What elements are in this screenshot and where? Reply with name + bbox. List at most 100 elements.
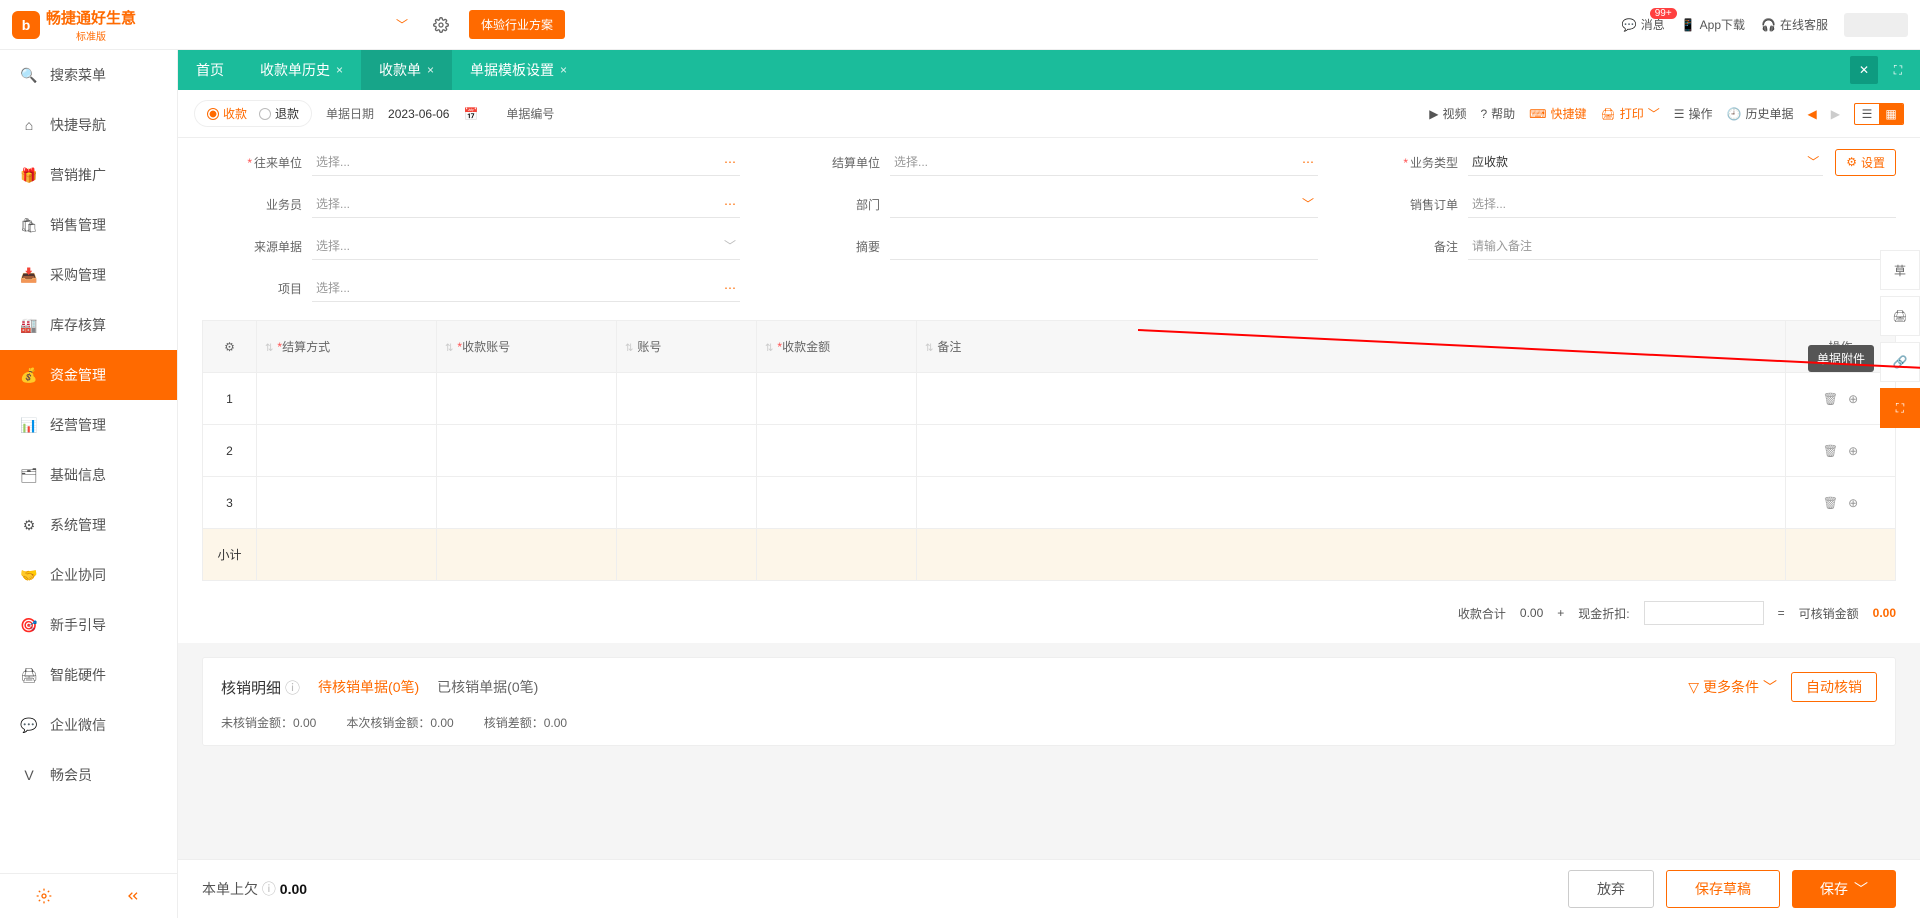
abandon-button[interactable]: 放弃 bbox=[1568, 870, 1654, 908]
sidebar-item-9[interactable]: ⚙系统管理 bbox=[0, 500, 177, 550]
sidebar-item-11[interactable]: 🎯新手引导 bbox=[0, 600, 177, 650]
view-list-button[interactable]: ☰ bbox=[1855, 104, 1879, 124]
rail-draft-icon[interactable]: 草 bbox=[1880, 250, 1920, 290]
tab-pending[interactable]: 待核销单据(0笔) bbox=[318, 677, 419, 697]
salesorder-select[interactable]: 选择... bbox=[1468, 190, 1896, 218]
srcdoc-select[interactable]: 选择...﹀ bbox=[312, 232, 740, 260]
sidebar-item-5[interactable]: 🏭库存核算 bbox=[0, 300, 177, 350]
sidebar-item-10[interactable]: 🤝企业协同 bbox=[0, 550, 177, 600]
col-acct[interactable]: ⇅*收款账号 bbox=[437, 321, 617, 373]
view-card-button[interactable]: ▦ bbox=[1879, 104, 1903, 124]
sidebar-item-3[interactable]: 🛍销售管理 bbox=[0, 200, 177, 250]
user-avatar[interactable] bbox=[1844, 13, 1908, 37]
project-select[interactable]: 选择...⋯ bbox=[312, 274, 740, 302]
sidebar-collapse-button[interactable] bbox=[89, 874, 178, 918]
shortcut-button[interactable]: ⌨快捷键 bbox=[1529, 105, 1586, 122]
auto-verify-button[interactable]: 自动核销 bbox=[1791, 672, 1877, 702]
sidebar-settings-button[interactable] bbox=[0, 874, 89, 918]
radio-refund[interactable]: 退款 bbox=[259, 105, 299, 122]
cell-acctno[interactable] bbox=[617, 425, 757, 477]
close-icon[interactable]: × bbox=[560, 63, 567, 77]
cell-acct[interactable] bbox=[437, 425, 617, 477]
tab-1[interactable]: 收款单历史× bbox=[242, 50, 361, 90]
tab-2[interactable]: 收款单× bbox=[361, 50, 452, 90]
delete-row-icon[interactable]: 🗑 bbox=[1823, 496, 1838, 510]
rail-expand-icon[interactable]: ⛶ bbox=[1880, 388, 1920, 428]
save-draft-button[interactable]: 保存草稿 bbox=[1666, 870, 1780, 908]
fullscreen-icon[interactable]: ⛶ bbox=[1884, 56, 1912, 84]
sidebar-item-12[interactable]: 🖨智能硬件 bbox=[0, 650, 177, 700]
sidebar-item-4[interactable]: 📥采购管理 bbox=[0, 250, 177, 300]
cell-acctno[interactable] bbox=[617, 373, 757, 425]
cell-amount[interactable] bbox=[757, 373, 917, 425]
delete-row-icon[interactable]: 🗑 bbox=[1823, 444, 1838, 458]
sidebar-item-6[interactable]: 💰资金管理 bbox=[0, 350, 177, 400]
prev-doc-button[interactable]: ◀ bbox=[1808, 107, 1817, 121]
trial-button[interactable]: 体验行业方案 bbox=[469, 10, 565, 39]
company-select[interactable]: ﹀ bbox=[177, 9, 417, 41]
cell-settle[interactable] bbox=[257, 425, 437, 477]
close-icon[interactable]: × bbox=[336, 63, 343, 77]
cell-settle[interactable] bbox=[257, 373, 437, 425]
add-row-icon[interactable]: ⊕ bbox=[1848, 496, 1858, 510]
help-icon[interactable]: ⓘ bbox=[262, 881, 276, 897]
cell-amount[interactable] bbox=[757, 477, 917, 529]
table-row[interactable]: 1🗑⊕ bbox=[203, 373, 1896, 425]
rail-print-icon[interactable]: 🖨 bbox=[1880, 296, 1920, 336]
table-row[interactable]: 2🗑⊕ bbox=[203, 425, 1896, 477]
print-button[interactable]: 🖨打印﹀ bbox=[1601, 105, 1660, 122]
cell-remark[interactable] bbox=[917, 477, 1786, 529]
remark-input[interactable]: 请输入备注 bbox=[1468, 232, 1896, 260]
sidebar-item-14[interactable]: V畅会员 bbox=[0, 750, 177, 800]
help-button[interactable]: ?帮助 bbox=[1480, 105, 1515, 122]
form-settings-button[interactable]: ⚙设置 bbox=[1835, 149, 1896, 176]
operate-button[interactable]: ☰操作 bbox=[1674, 105, 1713, 122]
messages-link[interactable]: 💬 消息 99+ bbox=[1622, 16, 1665, 33]
settings-icon[interactable] bbox=[425, 9, 457, 41]
cell-acct[interactable] bbox=[437, 477, 617, 529]
add-row-icon[interactable]: ⊕ bbox=[1848, 444, 1858, 458]
sidebar-item-2[interactable]: 🎁营销推广 bbox=[0, 150, 177, 200]
col-gear[interactable]: ⚙ bbox=[203, 321, 257, 373]
online-service-link[interactable]: 🎧 在线客服 bbox=[1761, 16, 1828, 33]
salesman-select[interactable]: 选择...⋯ bbox=[312, 190, 740, 218]
video-button[interactable]: ▶视频 bbox=[1429, 105, 1466, 122]
tab-3[interactable]: 单据模板设置× bbox=[452, 50, 585, 90]
history-button[interactable]: 🕘历史单据 bbox=[1727, 105, 1794, 122]
col-amount[interactable]: ⇅*收款金额 bbox=[757, 321, 917, 373]
close-icon[interactable]: × bbox=[427, 63, 434, 77]
add-row-icon[interactable]: ⊕ bbox=[1848, 392, 1858, 406]
more-conditions-button[interactable]: ▽更多条件﹀ bbox=[1688, 677, 1777, 697]
sidebar-item-1[interactable]: ⌂快捷导航 bbox=[0, 100, 177, 150]
tab-0[interactable]: 首页 bbox=[178, 50, 242, 90]
date-value[interactable]: 2023-06-06 bbox=[388, 107, 449, 121]
summary-input[interactable] bbox=[890, 232, 1318, 260]
discount-input[interactable] bbox=[1644, 601, 1764, 625]
col-acctno[interactable]: ⇅账号 bbox=[617, 321, 757, 373]
save-button[interactable]: 保存﹀ bbox=[1792, 870, 1896, 908]
cell-remark[interactable] bbox=[917, 373, 1786, 425]
sidebar-item-13[interactable]: 💬企业微信 bbox=[0, 700, 177, 750]
sidebar-item-8[interactable]: 🗂基础信息 bbox=[0, 450, 177, 500]
sidebar-item-7[interactable]: 📊经营管理 bbox=[0, 400, 177, 450]
sidebar-item-0[interactable]: 🔍搜索菜单 bbox=[0, 50, 177, 100]
settle-unit-select[interactable]: 选择...⋯ bbox=[890, 148, 1318, 176]
biztype-select[interactable]: 应收款﹀ bbox=[1468, 148, 1823, 176]
partner-select[interactable]: 选择...⋯ bbox=[312, 148, 740, 176]
delete-row-icon[interactable]: 🗑 bbox=[1823, 392, 1838, 406]
cell-acct[interactable] bbox=[437, 373, 617, 425]
cell-settle[interactable] bbox=[257, 477, 437, 529]
table-row[interactable]: 3🗑⊕ bbox=[203, 477, 1896, 529]
cell-amount[interactable] bbox=[757, 425, 917, 477]
radio-collect[interactable]: 收款 bbox=[207, 105, 247, 122]
tab-close-button[interactable]: ✕ bbox=[1850, 56, 1878, 84]
next-doc-button[interactable]: ▶ bbox=[1831, 107, 1840, 121]
calendar-icon[interactable]: 📅 bbox=[463, 107, 478, 121]
rail-attachment-icon[interactable]: 🔗 bbox=[1880, 342, 1920, 382]
app-download-link[interactable]: 📱 App下载 bbox=[1681, 16, 1745, 33]
cell-remark[interactable] bbox=[917, 425, 1786, 477]
help-icon[interactable]: ⓘ bbox=[285, 677, 300, 698]
cell-acctno[interactable] bbox=[617, 477, 757, 529]
col-settle[interactable]: ⇅*结算方式 bbox=[257, 321, 437, 373]
dept-select[interactable]: ﹀ bbox=[890, 190, 1318, 218]
